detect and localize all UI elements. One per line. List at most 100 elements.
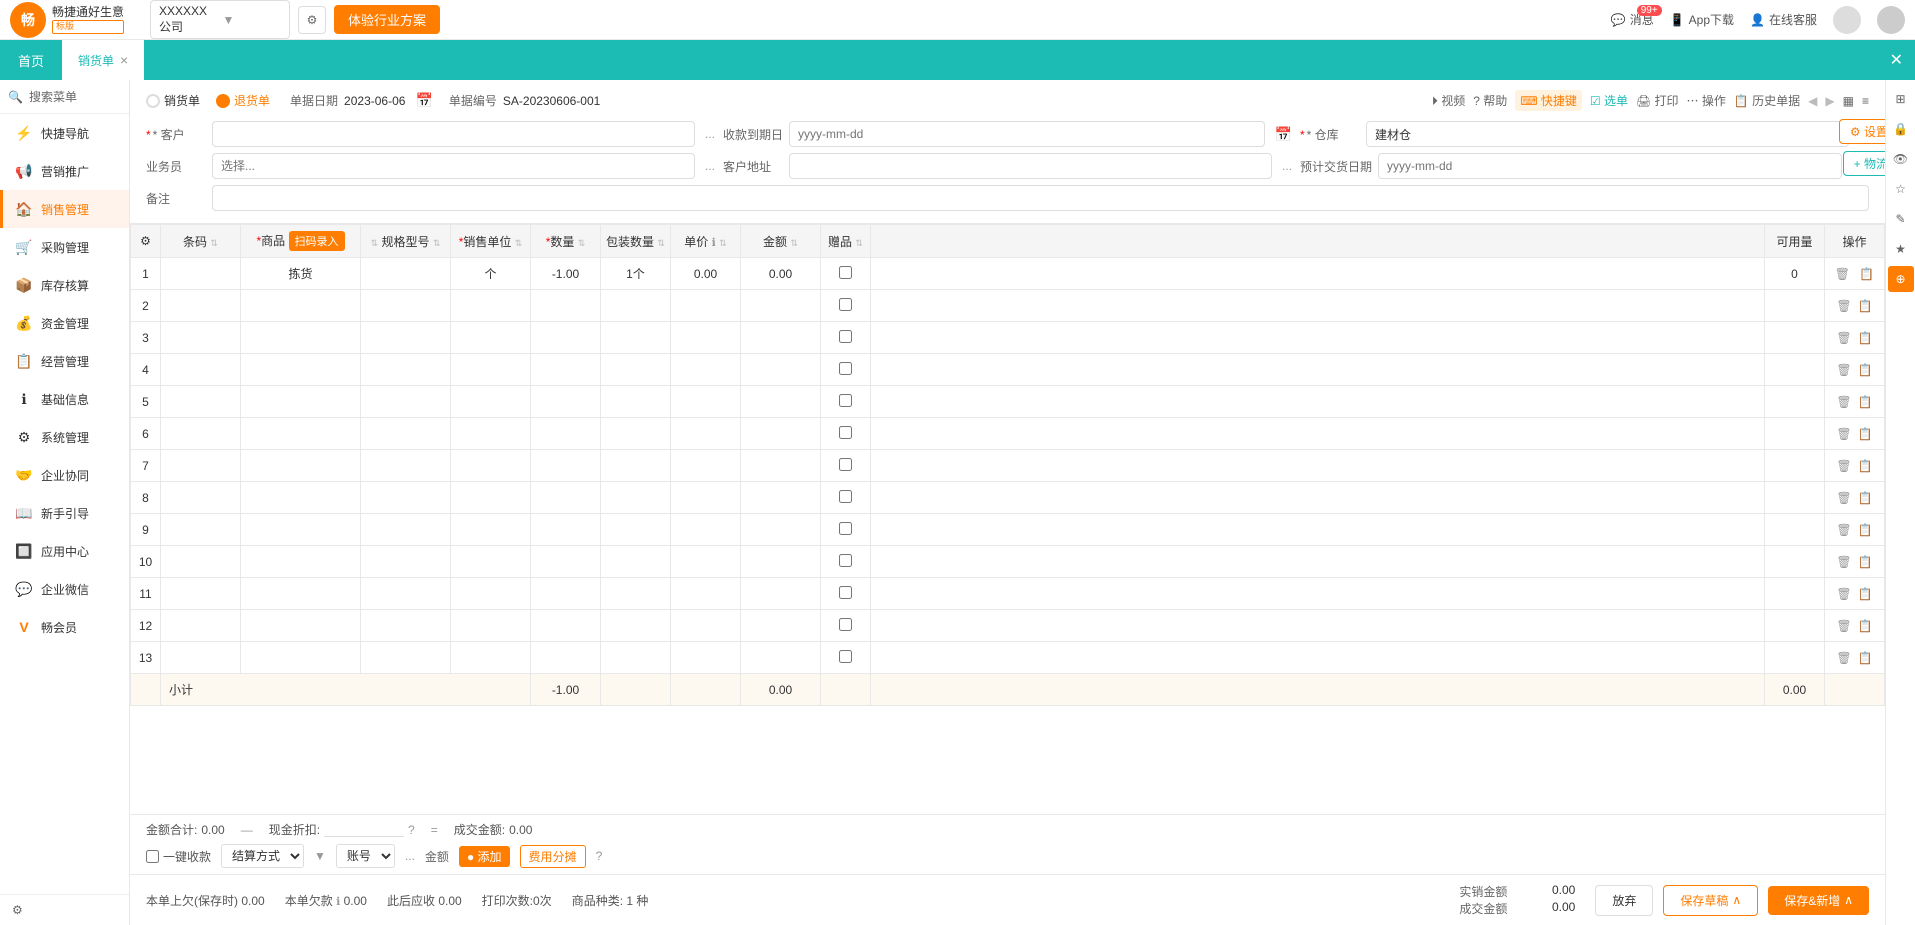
radio-return-order[interactable]: 退货单: [216, 92, 270, 109]
owe-info-icon[interactable]: ℹ: [336, 896, 340, 908]
delete-icon[interactable]: 🗑: [1835, 267, 1850, 281]
nav-prev-icon[interactable]: ◀: [1808, 94, 1817, 108]
copy-icon[interactable]: 📋: [1858, 363, 1873, 377]
sidebar-item-marketing[interactable]: 📢 营销推广: [0, 152, 129, 190]
tab-sales-order[interactable]: 销货单 ×: [62, 40, 144, 80]
video-link[interactable]: ⏵ 视频: [1432, 92, 1465, 109]
app-download-button[interactable]: 📱 App下载: [1670, 11, 1734, 28]
right-panel-btn-orange[interactable]: ⊕: [1888, 266, 1914, 292]
account-select[interactable]: 账号: [336, 844, 395, 868]
delete-icon[interactable]: 🗑: [1836, 555, 1851, 569]
delete-icon[interactable]: 🗑: [1836, 619, 1851, 633]
company-selector[interactable]: XXXXXX公司 ▼: [150, 0, 290, 39]
delete-icon[interactable]: 🗑: [1836, 491, 1851, 505]
sidebar-item-management[interactable]: 📋 经营管理: [0, 342, 129, 380]
sidebar-item-quick-nav[interactable]: ⚡ 快捷导航: [0, 114, 129, 152]
delete-icon[interactable]: 🗑: [1836, 651, 1851, 665]
discount-input[interactable]: [324, 822, 404, 837]
sidebar-item-purchase[interactable]: 🛒 采购管理: [0, 228, 129, 266]
gift-checkbox[interactable]: [839, 618, 852, 631]
gift-checkbox[interactable]: [839, 330, 852, 343]
list-view-icon[interactable]: ≡: [1862, 94, 1869, 108]
delete-icon[interactable]: 🗑: [1836, 523, 1851, 537]
copy-icon[interactable]: 📋: [1859, 267, 1874, 281]
delete-icon[interactable]: 🗑: [1836, 395, 1851, 409]
delete-icon[interactable]: 🗑: [1836, 459, 1851, 473]
copy-icon[interactable]: 📋: [1858, 491, 1873, 505]
help-link[interactable]: ? 帮助: [1473, 92, 1507, 109]
radio-sales-order[interactable]: 销货单: [146, 92, 200, 109]
copy-icon[interactable]: 📋: [1858, 331, 1873, 345]
gift-checkbox[interactable]: [839, 586, 852, 599]
customer-addr-input[interactable]: [789, 153, 1272, 179]
delete-icon[interactable]: 🗑: [1836, 363, 1851, 377]
payment-calendar-icon[interactable]: 📅: [1275, 126, 1292, 143]
copy-icon[interactable]: 📋: [1858, 427, 1873, 441]
delete-icon[interactable]: 🗑: [1836, 299, 1851, 313]
gift-checkbox[interactable]: [839, 266, 852, 279]
payment-date-input[interactable]: [789, 121, 1265, 147]
copy-icon[interactable]: 📋: [1858, 555, 1873, 569]
one-click-pay-checkbox[interactable]: 一键收款: [146, 848, 211, 865]
gift-checkbox[interactable]: [839, 394, 852, 407]
sidebar-item-collab[interactable]: 🤝 企业协同: [0, 456, 129, 494]
pay-method-select[interactable]: 结算方式: [221, 844, 304, 868]
scan-button[interactable]: 扫码录入: [289, 231, 345, 251]
copy-icon[interactable]: 📋: [1858, 395, 1873, 409]
online-service-button[interactable]: 👤 在线客服: [1750, 11, 1817, 28]
expense-help-icon[interactable]: ?: [596, 849, 603, 863]
gift-checkbox[interactable]: [839, 554, 852, 567]
shortcut-link[interactable]: ⌨ 快捷键: [1515, 90, 1582, 111]
row-barcode[interactable]: [161, 258, 241, 290]
sidebar-search[interactable]: 🔍 搜索菜单: [0, 80, 129, 114]
gift-checkbox[interactable]: [839, 490, 852, 503]
row-gift[interactable]: [821, 258, 871, 290]
sidebar-item-sales[interactable]: 🏠 销售管理: [0, 190, 129, 228]
nav-next-icon[interactable]: ▶: [1825, 94, 1834, 108]
form-settings-button[interactable]: ⚙ 设置: [1839, 119, 1885, 144]
warehouse-input[interactable]: [1366, 121, 1849, 147]
save-draft-button[interactable]: 保存草稿 ∧: [1663, 885, 1758, 916]
one-click-pay-input[interactable]: [146, 850, 159, 863]
discount-help-icon[interactable]: ?: [408, 823, 415, 837]
copy-icon[interactable]: 📋: [1858, 619, 1873, 633]
message-button[interactable]: 💬 消息 99+: [1611, 11, 1654, 28]
delete-icon[interactable]: 🗑: [1836, 427, 1851, 441]
delete-icon[interactable]: 🗑: [1836, 587, 1851, 601]
copy-icon[interactable]: 📋: [1858, 299, 1873, 313]
logistics-button[interactable]: + 物流: [1843, 151, 1885, 176]
copy-icon[interactable]: 📋: [1858, 459, 1873, 473]
salesperson-more-icon[interactable]: ...: [705, 159, 715, 173]
copy-icon[interactable]: 📋: [1858, 651, 1873, 665]
sidebar-item-member[interactable]: V 畅会员: [0, 608, 129, 646]
tab-bar-close-icon[interactable]: ✕: [1890, 50, 1903, 70]
discard-button[interactable]: 放弃: [1595, 885, 1653, 916]
sidebar-settings-button[interactable]: ⚙: [0, 895, 129, 925]
gift-checkbox[interactable]: [839, 362, 852, 375]
gift-checkbox[interactable]: [839, 650, 852, 663]
col-settings-header[interactable]: ⚙: [131, 225, 161, 258]
delete-icon[interactable]: 🗑: [1836, 331, 1851, 345]
expected-date-input[interactable]: [1378, 153, 1842, 179]
select-order-link[interactable]: ☑ 选单: [1590, 92, 1628, 109]
trial-button[interactable]: 体验行业方案: [334, 5, 440, 34]
gift-checkbox[interactable]: [839, 522, 852, 535]
sidebar-item-newbie[interactable]: 📖 新手引导: [0, 494, 129, 532]
salesperson-input[interactable]: [212, 153, 695, 179]
right-panel-btn-5[interactable]: ✎: [1888, 206, 1914, 232]
right-panel-btn-4[interactable]: ☆: [1888, 176, 1914, 202]
sidebar-item-system[interactable]: ⚙ 系统管理: [0, 418, 129, 456]
customer-addr-more-icon[interactable]: ...: [1282, 159, 1292, 173]
tab-home[interactable]: 首页: [0, 40, 62, 80]
gift-checkbox[interactable]: [839, 426, 852, 439]
customer-more-icon[interactable]: ...: [705, 127, 715, 141]
calendar-icon[interactable]: 📅: [415, 92, 432, 109]
operation-link[interactable]: ⋯ 操作: [1687, 92, 1726, 109]
print-link[interactable]: 🖨 打印: [1636, 92, 1679, 109]
gear-button[interactable]: ⚙: [298, 6, 326, 34]
price-info-icon[interactable]: ℹ: [712, 237, 716, 249]
customer-input[interactable]: [212, 121, 695, 147]
row-qty[interactable]: -1.00: [531, 258, 601, 290]
right-panel-btn-2[interactable]: 🔒: [1888, 116, 1914, 142]
right-panel-btn-6[interactable]: ★: [1888, 236, 1914, 262]
